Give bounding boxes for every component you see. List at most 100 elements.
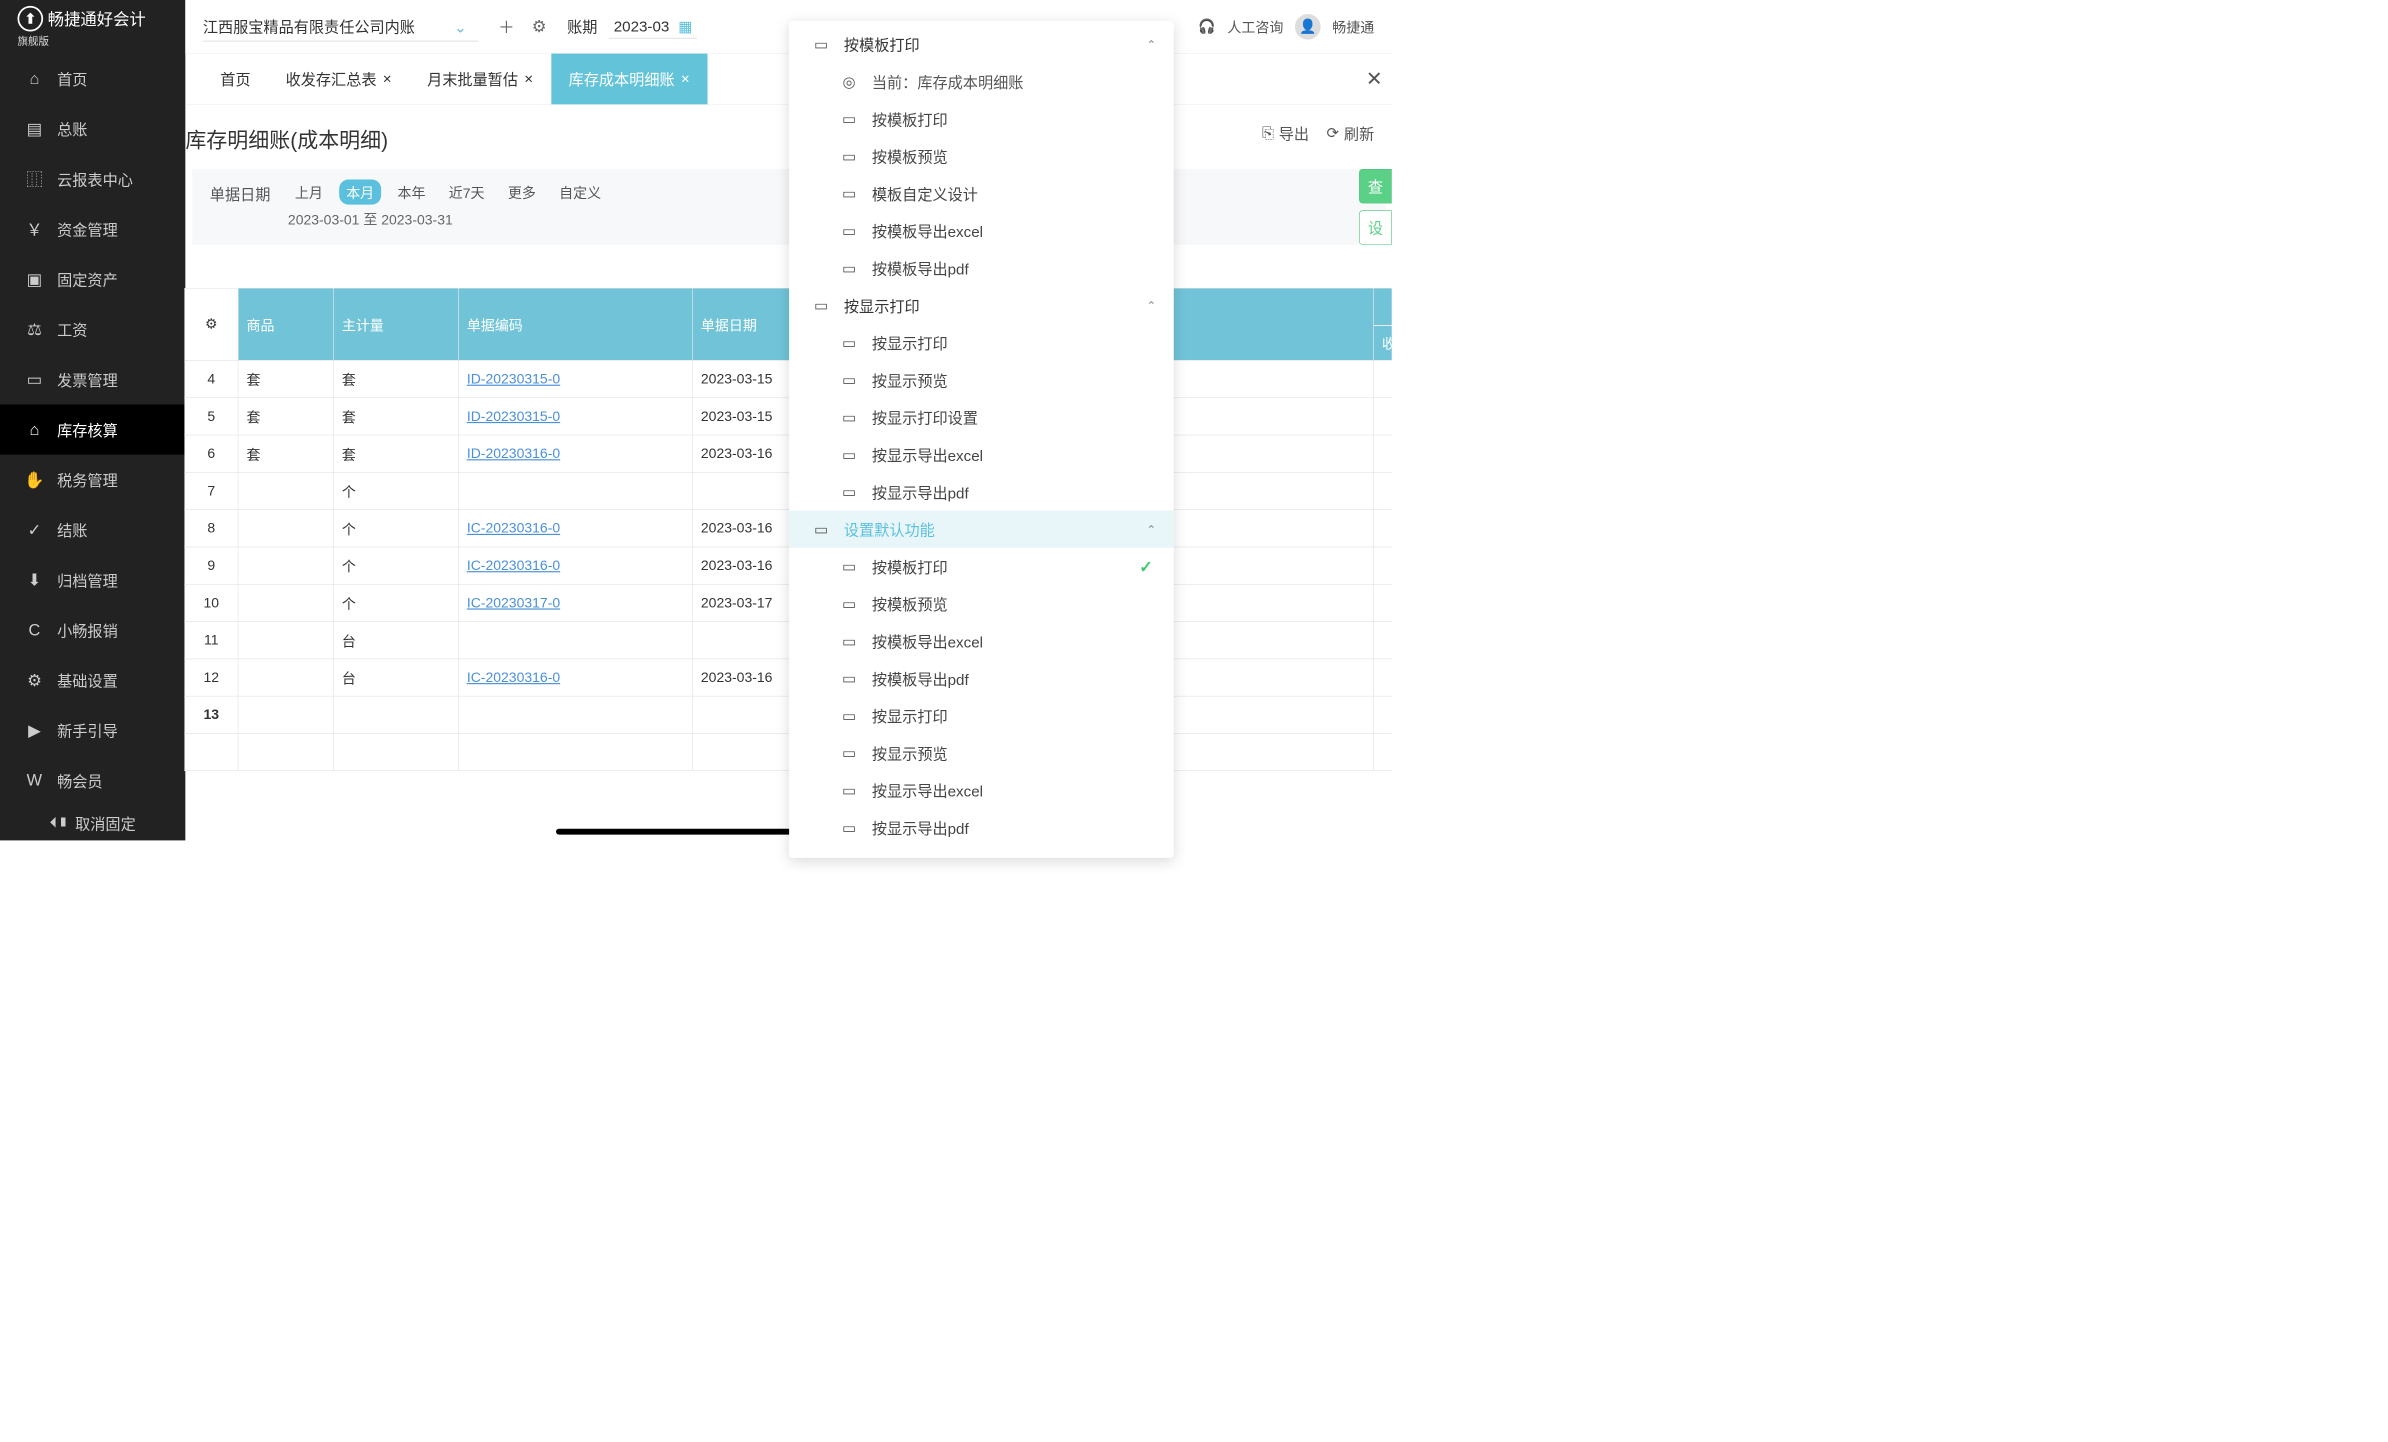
doc-code-link[interactable]: ID-20230316-0	[467, 446, 560, 462]
cell-unit	[333, 733, 458, 770]
calendar-icon: ▦	[678, 17, 692, 34]
sidebar-item-chart[interactable]: ⿲云报表中心	[0, 154, 185, 204]
doc-code-link[interactable]: ID-20230315-0	[467, 408, 560, 424]
settings-button[interactable]: 设	[1359, 210, 1392, 244]
topbar-right: 🎧 人工咨询 👤 畅捷通	[1198, 14, 1374, 40]
add-icon[interactable]: ＋	[494, 14, 520, 40]
close-icon[interactable]: ✕	[382, 72, 392, 87]
avatar[interactable]: 👤	[1295, 14, 1321, 40]
dd-item[interactable]: ▭按模板预览	[789, 585, 1174, 622]
sidebar-item-guide[interactable]: ▶新手引导	[0, 705, 185, 755]
close-all-tabs[interactable]: ✕	[1357, 61, 1392, 96]
dd-item[interactable]: ▭按显示打印设置	[789, 399, 1174, 436]
dd-group-label: 按模板打印	[844, 34, 920, 56]
dd-item[interactable]: ▭按显示预览	[789, 361, 1174, 398]
sidebar-item-invoice[interactable]: ▭发票管理	[0, 354, 185, 404]
dd-item[interactable]: ▭ 按显示导出pdf	[789, 473, 1174, 510]
dd-item-label: 按模板打印	[872, 108, 948, 130]
doc-icon: ▭	[840, 147, 857, 164]
invoice-icon: ▭	[26, 371, 43, 388]
tab-月末批量暂估[interactable]: 月末批量暂估✕	[410, 54, 551, 105]
cell-goods: 套	[238, 398, 333, 435]
sidebar-unpin[interactable]: ⏴▮ 取消固定	[0, 805, 185, 840]
dd-item[interactable]: ▭按显示打印	[789, 324, 1174, 361]
sidebar-item-archive[interactable]: ⬇归档管理	[0, 555, 185, 605]
doc-code-link[interactable]: IC-20230316-0	[467, 520, 560, 536]
tab-收发存汇总表[interactable]: 收发存汇总表✕	[268, 54, 409, 105]
sidebar-item-stock[interactable]: ⌂库存核算	[0, 404, 185, 454]
gear-icon[interactable]: ⚙	[526, 14, 552, 40]
col-goods: 商品	[238, 288, 333, 360]
dd-group-header[interactable]: ▭设置默认功能⌃	[789, 511, 1174, 548]
archive-icon: ⬇	[26, 571, 43, 588]
close-icon: ✓	[26, 521, 43, 538]
table-row: 5套套ID-20230315-02023-03-152023-03-1	[184, 398, 1391, 435]
sidebar-item-salary[interactable]: ⚖工资	[0, 304, 185, 354]
dd-item[interactable]: ▭按模板导出pdf	[789, 249, 1174, 286]
cell-unit: 套	[333, 360, 458, 397]
sidebar-item-money[interactable]: ￥资金管理	[0, 204, 185, 254]
dd-group-header[interactable]: ▭按显示打印⌃	[789, 287, 1174, 324]
app-name: 畅捷通好会计	[48, 7, 146, 30]
dd-current: ◎当前：库存成本明细账	[789, 63, 1174, 100]
dd-item[interactable]: ▭按模板导出excel	[789, 212, 1174, 249]
sidebar-item-tax[interactable]: ✋税务管理	[0, 455, 185, 505]
doc-code-link[interactable]: IC-20230316-0	[467, 557, 560, 573]
dd-item[interactable]: ▭按模板导出excel	[789, 622, 1174, 659]
gear-column-header[interactable]: ⚙	[184, 288, 238, 360]
doc-code-link[interactable]: ID-20230315-0	[467, 371, 560, 387]
close-icon[interactable]: ✕	[680, 72, 690, 87]
date-chip-上月[interactable]: 上月	[288, 180, 330, 205]
dd-item[interactable]: ▭按模板预览	[789, 138, 1174, 175]
sidebar-item-label: 小畅报销	[57, 619, 118, 641]
period-label: 账期	[567, 16, 597, 38]
sidebar-item-home[interactable]: ⌂首页	[0, 54, 185, 104]
table-row: 11台2021-09-0	[184, 622, 1391, 659]
date-chip-本年[interactable]: 本年	[390, 180, 432, 205]
tab-库存成本明细账[interactable]: 库存成本明细账✕	[551, 54, 708, 105]
ledger-icon: ▤	[26, 120, 43, 137]
date-filter-label: 单据日期	[210, 183, 271, 205]
export-icon: ⎘	[1262, 124, 1274, 143]
doc-code-link[interactable]: IC-20230317-0	[467, 595, 560, 611]
dd-item[interactable]: ▭按模板打印	[789, 100, 1174, 137]
dd-item-label: 按显示导出excel	[872, 779, 983, 801]
dd-group-header[interactable]: ▭按模板打印⌃	[789, 26, 1174, 63]
cell-qty	[1373, 435, 1391, 472]
sidebar-item-club[interactable]: W畅会员	[0, 755, 185, 805]
date-chip-自定义[interactable]: 自定义	[552, 180, 608, 205]
sidebar-item-asset[interactable]: ▣固定资产	[0, 254, 185, 304]
dd-item[interactable]: ▭模板自定义设计	[789, 175, 1174, 212]
dd-item[interactable]: ▭按模板导出pdf	[789, 660, 1174, 697]
sidebar-item-promo[interactable]: C小畅报销	[0, 605, 185, 655]
dd-item[interactable]: ▭按显示导出excel	[789, 772, 1174, 809]
sidebar-item-settings[interactable]: ⚙基础设置	[0, 655, 185, 705]
sidebar-item-close[interactable]: ✓结账	[0, 505, 185, 555]
sidebar-item-ledger[interactable]: ▤总账	[0, 104, 185, 154]
cell-unit: 个	[333, 472, 458, 509]
table-row: 4套套ID-20230315-02023-03-152023-03-1	[184, 360, 1391, 397]
date-chip-近7天[interactable]: 近7天	[442, 180, 492, 205]
dd-item[interactable]: ▭按显示打印	[789, 697, 1174, 734]
company-select[interactable]: 江西服宝精品有限责任公司内账 ⌄	[203, 12, 479, 41]
consult-link[interactable]: 人工咨询	[1227, 16, 1283, 36]
tab-首页[interactable]: 首页	[203, 54, 268, 105]
date-chip-更多[interactable]: 更多	[501, 180, 543, 205]
dd-item[interactable]: ▭按模板打印✓	[789, 548, 1174, 585]
period-select[interactable]: 2023-03 ▦	[609, 15, 697, 38]
dd-item-label: 按显示导出pdf	[872, 481, 969, 503]
dd-current-label: 当前：库存成本明细账	[872, 71, 1024, 93]
cell-goods	[238, 472, 333, 509]
doc-code-link[interactable]: IC-20230316-0	[467, 669, 560, 685]
row-index: 8	[184, 510, 238, 547]
date-chip-本月[interactable]: 本月	[339, 180, 381, 205]
doc-icon: ▭	[840, 595, 857, 612]
query-button[interactable]: 查	[1359, 169, 1392, 203]
refresh-button[interactable]: ⟳ 刷新	[1327, 122, 1375, 144]
export-button[interactable]: ⎘ 导出	[1262, 122, 1309, 144]
doc-icon: ▭	[840, 483, 857, 500]
dd-item[interactable]: ▭按显示预览	[789, 734, 1174, 771]
dd-item[interactable]: ▭按显示导出excel	[789, 436, 1174, 473]
close-icon[interactable]: ✕	[524, 72, 534, 87]
dd-item[interactable]: ▭按显示导出pdf	[789, 809, 1174, 846]
